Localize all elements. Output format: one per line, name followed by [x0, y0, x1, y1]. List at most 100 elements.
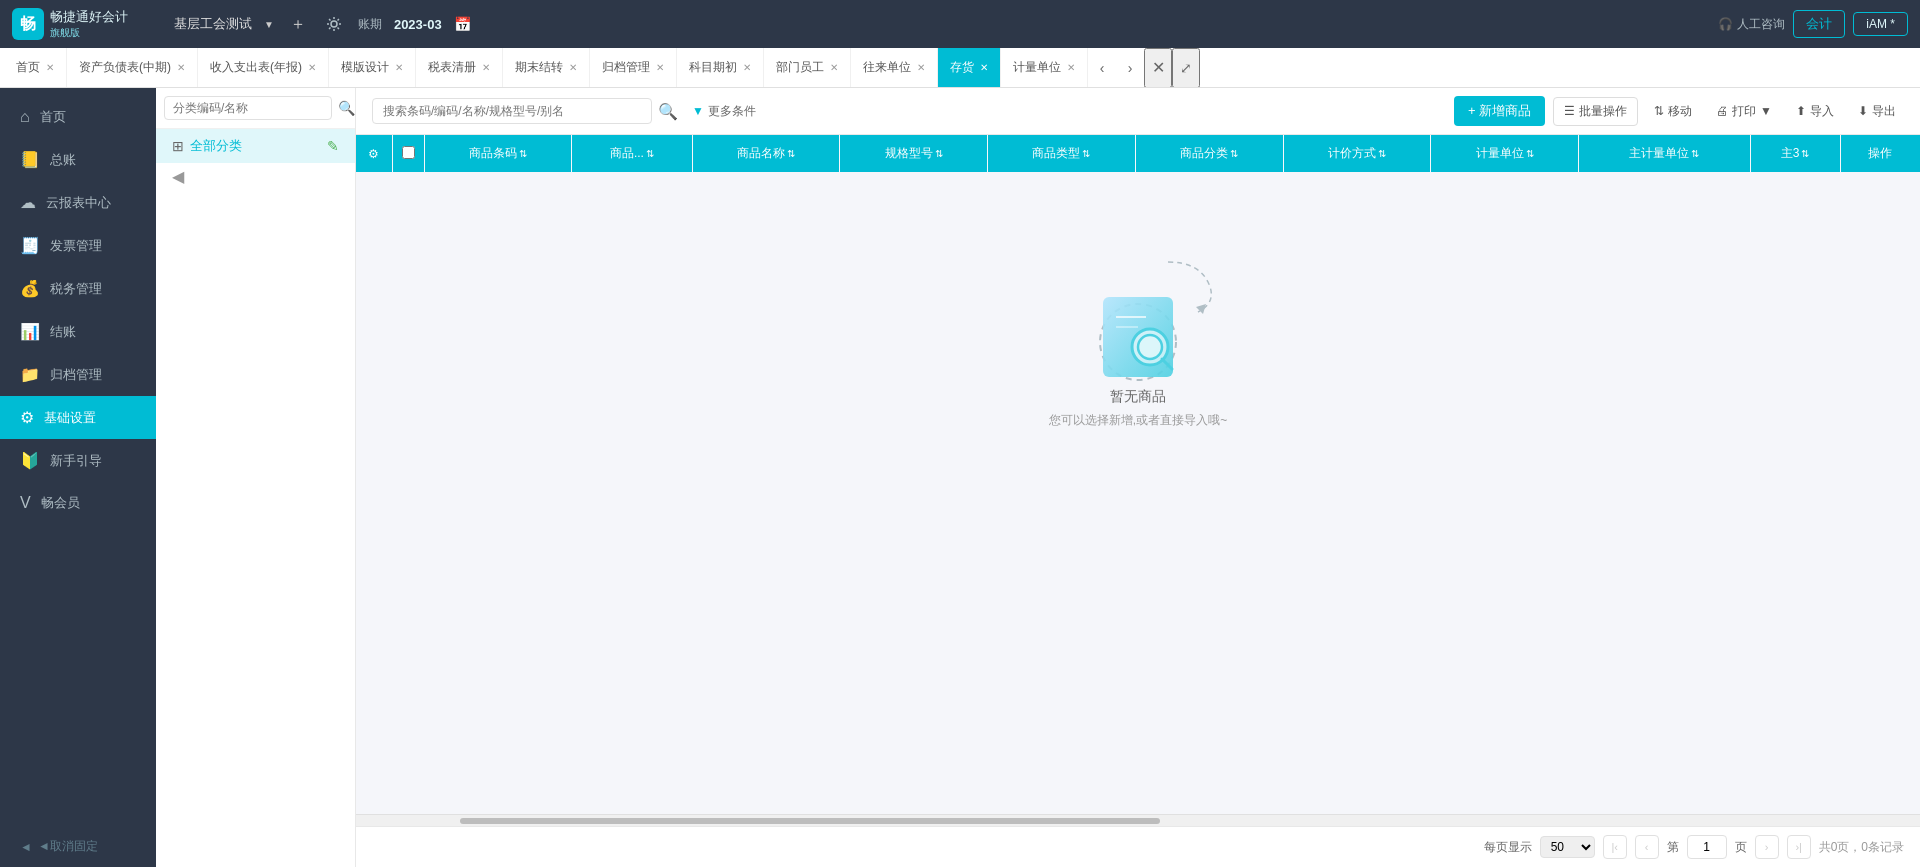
tab-nav-next[interactable]: ›: [1116, 48, 1144, 88]
tab-archive[interactable]: 归档管理 ✕: [590, 48, 677, 88]
th-code[interactable]: 商品... ⇅: [572, 135, 692, 172]
sidebar-item-invoice[interactable]: 🧾 发票管理: [0, 224, 156, 267]
th-spec[interactable]: 规格型号 ⇅: [840, 135, 988, 172]
tab-home-label: 首页: [16, 59, 40, 76]
tab-income-close[interactable]: ✕: [308, 62, 316, 73]
tab-balance[interactable]: 资产负债表(中期) ✕: [67, 48, 198, 88]
category-edit-icon[interactable]: ✎: [327, 138, 339, 154]
print-button[interactable]: 🖨 打印 ▼: [1708, 98, 1780, 125]
page-prev-button[interactable]: ‹: [1635, 835, 1659, 859]
tab-subject-init-close[interactable]: ✕: [743, 62, 751, 73]
th-code-sort[interactable]: 商品... ⇅: [580, 145, 683, 162]
guide-icon: 🔰: [20, 451, 40, 470]
more-filter-button[interactable]: ▼ 更多条件: [684, 99, 764, 124]
th-unit[interactable]: 计量单位 ⇅: [1431, 135, 1579, 172]
tab-income[interactable]: 收入支出表(年报) ✕: [198, 48, 329, 88]
tab-subject-init[interactable]: 科目期初 ✕: [677, 48, 764, 88]
import-button[interactable]: ⬆ 导入: [1788, 98, 1842, 125]
sidebar-pin-toggle[interactable]: ◄ ◄取消固定: [0, 826, 156, 867]
tab-home[interactable]: 首页 ✕: [4, 48, 67, 88]
batch-operation-button[interactable]: ☰ 批量操作: [1553, 97, 1638, 126]
sidebar-item-ledger[interactable]: 📒 总账: [0, 138, 156, 181]
tab-counterparty-close[interactable]: ✕: [917, 62, 925, 73]
add-product-button[interactable]: + 新增商品: [1454, 96, 1545, 126]
sidebar-item-close[interactable]: 📊 结账: [0, 310, 156, 353]
tab-unit-close[interactable]: ✕: [1067, 62, 1075, 73]
select-all-checkbox[interactable]: [402, 146, 415, 159]
collapse-panel-icon[interactable]: ◀: [172, 167, 184, 186]
sidebar-item-member[interactable]: V 畅会员: [0, 482, 156, 524]
page-first-button[interactable]: |‹: [1603, 835, 1627, 859]
iam-button[interactable]: iAM *: [1853, 12, 1908, 36]
tab-counterparty[interactable]: 往来单位 ✕: [851, 48, 938, 88]
page-number-input[interactable]: [1687, 835, 1727, 859]
tab-close-all-button[interactable]: ✕: [1144, 48, 1172, 88]
th-unit-sort[interactable]: 计量单位 ⇅: [1439, 145, 1570, 162]
import-icon: ⬆: [1796, 104, 1806, 118]
tab-period-close-close[interactable]: ✕: [569, 62, 577, 73]
th-name-sort[interactable]: 商品名称 ⇅: [701, 145, 832, 162]
th-name[interactable]: 商品名称 ⇅: [692, 135, 840, 172]
sidebar-item-home[interactable]: ⌂ 首页: [0, 96, 156, 138]
category-search-input[interactable]: [164, 96, 332, 120]
tab-inventory[interactable]: 存货 ✕: [938, 48, 1001, 88]
sidebar-item-archive[interactable]: 📁 归档管理: [0, 353, 156, 396]
th-col3-sort[interactable]: 主3 ⇅: [1759, 145, 1832, 162]
account-button[interactable]: 会计: [1793, 10, 1845, 38]
th-price-method[interactable]: 计价方式 ⇅: [1283, 135, 1431, 172]
tab-tax-close[interactable]: ✕: [482, 62, 490, 73]
tab-unit[interactable]: 计量单位 ✕: [1001, 48, 1088, 88]
scroll-thumb[interactable]: [460, 818, 1160, 824]
move-button[interactable]: ⇅ 移动: [1646, 98, 1700, 125]
th-category-sort[interactable]: 商品分类 ⇅: [1144, 145, 1275, 162]
product-search-icon[interactable]: 🔍: [658, 102, 678, 121]
sidebar-item-tax[interactable]: 💰 税务管理: [0, 267, 156, 310]
tab-nav-prev[interactable]: ‹: [1088, 48, 1116, 88]
category-item-all[interactable]: ⊞ 全部分类 ✎: [156, 129, 355, 163]
page-last-button[interactable]: ›|: [1787, 835, 1811, 859]
th-type-sort[interactable]: 商品类型 ⇅: [996, 145, 1127, 162]
category-search-icon[interactable]: 🔍: [338, 100, 355, 116]
product-search-input[interactable]: [372, 98, 652, 124]
tab-expand-button[interactable]: ⤢: [1172, 48, 1200, 88]
th-col3[interactable]: 主3 ⇅: [1750, 135, 1840, 172]
tab-period-close[interactable]: 期末结转 ✕: [503, 48, 590, 88]
th-main-unit-sort[interactable]: 主计量单位 ⇅: [1587, 145, 1741, 162]
page-next-button[interactable]: ›: [1755, 835, 1779, 859]
tab-dept-staff-close[interactable]: ✕: [830, 62, 838, 73]
th-barcode-sort[interactable]: 商品条码 ⇅: [433, 145, 564, 162]
empty-title: 暂无商品: [1110, 388, 1166, 406]
th-spec-sort[interactable]: 规格型号 ⇅: [848, 145, 979, 162]
th-col3-label: 主3: [1781, 145, 1800, 162]
import-label: 导入: [1810, 103, 1834, 120]
move-icon: ⇅: [1654, 104, 1664, 118]
export-button[interactable]: ⬇ 导出: [1850, 98, 1904, 125]
add-tab-button[interactable]: ＋: [286, 12, 310, 36]
th-checkbox[interactable]: [392, 135, 424, 172]
sidebar-item-guide[interactable]: 🔰 新手引导: [0, 439, 156, 482]
page-size-select[interactable]: 50 10 20 100: [1540, 836, 1595, 858]
tab-archive-close[interactable]: ✕: [656, 62, 664, 73]
th-settings[interactable]: ⚙: [356, 135, 392, 172]
sidebar-item-report[interactable]: ☁ 云报表中心: [0, 181, 156, 224]
th-main-unit[interactable]: 主计量单位 ⇅: [1579, 135, 1750, 172]
tab-inventory-close[interactable]: ✕: [980, 62, 988, 73]
tab-template-close[interactable]: ✕: [395, 62, 403, 73]
tab-balance-close[interactable]: ✕: [177, 62, 185, 73]
th-barcode[interactable]: 商品条码 ⇅: [424, 135, 572, 172]
th-code-label: 商品...: [610, 145, 644, 162]
tab-dept-staff[interactable]: 部门员工 ✕: [764, 48, 851, 88]
help-button[interactable]: 🎧 人工咨询: [1718, 16, 1785, 33]
company-dropdown-icon[interactable]: ▼: [264, 19, 274, 30]
sidebar-item-invoice-label: 发票管理: [50, 237, 102, 255]
th-type[interactable]: 商品类型 ⇅: [988, 135, 1136, 172]
calendar-icon[interactable]: 📅: [454, 16, 471, 32]
tab-home-close[interactable]: ✕: [46, 62, 54, 73]
horizontal-scrollbar[interactable]: [356, 814, 1920, 826]
th-price-method-sort[interactable]: 计价方式 ⇅: [1292, 145, 1423, 162]
tab-tax[interactable]: 税表清册 ✕: [416, 48, 503, 88]
tab-template[interactable]: 模版设计 ✕: [329, 48, 416, 88]
settings-icon-button[interactable]: [322, 12, 346, 36]
sidebar-item-basic[interactable]: ⚙ 基础设置: [0, 396, 156, 439]
th-category[interactable]: 商品分类 ⇅: [1135, 135, 1283, 172]
